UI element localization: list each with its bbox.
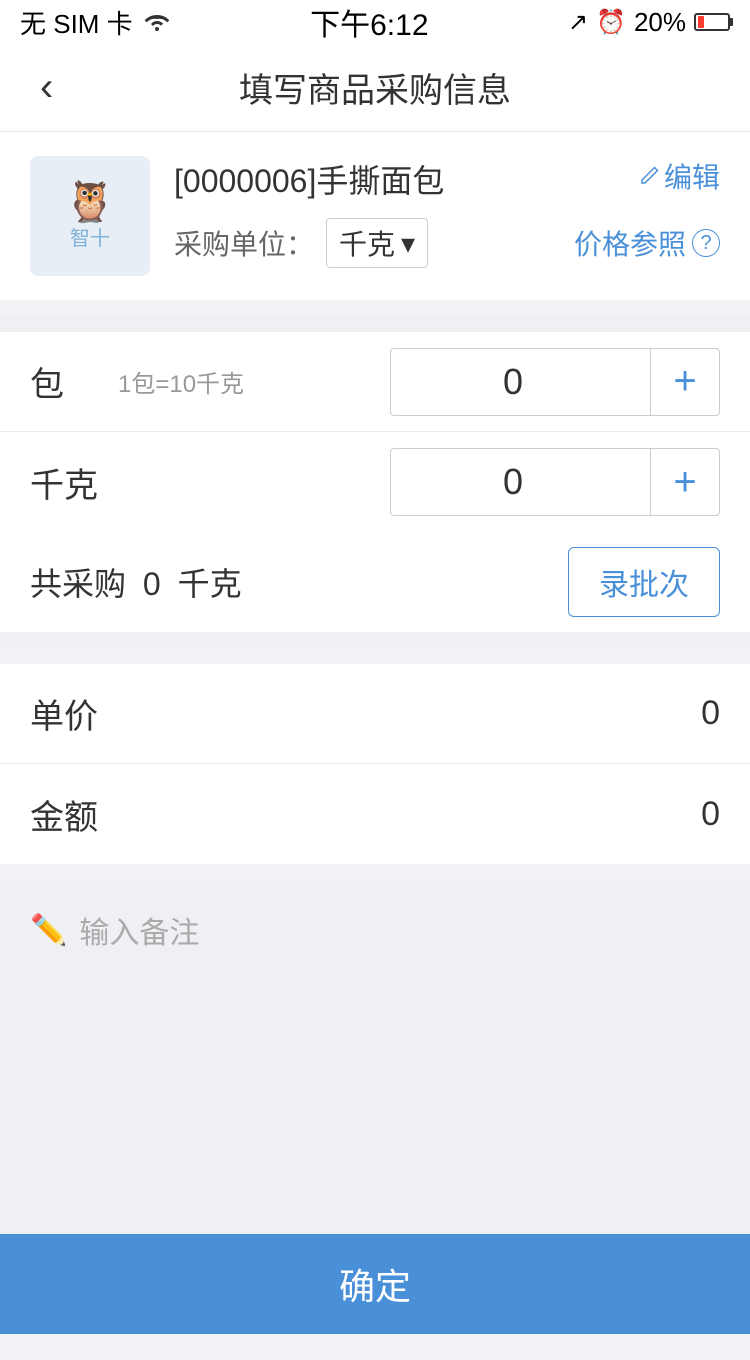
remark-placeholder: 输入备注	[79, 908, 199, 952]
sim-label: 无 SIM 卡	[20, 4, 133, 41]
amount-value: 0	[701, 795, 720, 834]
content-fill	[0, 980, 750, 1260]
unit-left: 采购单位： 千克 ▾	[174, 218, 428, 268]
status-right: ↗ ⏰ 20%	[568, 7, 730, 38]
unit-price-label: 单价	[30, 689, 98, 738]
unit-label: 采购单位：	[174, 223, 314, 263]
kg-qty-input[interactable]	[390, 448, 650, 516]
product-image: 🦉 智十	[30, 156, 150, 276]
unit-price-row: 单价 0	[0, 664, 750, 764]
summary-prefix: 共采购	[30, 566, 126, 602]
input-section: 包 1包=10千克 + 千克 +	[0, 332, 750, 532]
price-ref-button[interactable]: 价格参照 ?	[574, 223, 720, 263]
owl-icon: 🦉	[65, 182, 115, 222]
price-ref-label: 价格参照	[574, 223, 686, 263]
batch-button[interactable]: 录批次	[568, 547, 720, 617]
bao-qty-input[interactable]	[390, 348, 650, 416]
kg-input-row: 千克 +	[0, 432, 750, 532]
summary-amount: 0	[143, 566, 161, 602]
owl-logo: 🦉 智十	[65, 182, 115, 251]
owl-label: 智十	[70, 222, 110, 251]
summary-text: 共采购 0 千克	[30, 559, 242, 605]
kg-plus-button[interactable]: +	[650, 448, 720, 516]
product-name: [0000006]手撕面包	[174, 156, 444, 202]
bao-input-right: +	[390, 348, 720, 416]
dropdown-icon: ▾	[401, 227, 415, 260]
section-divider-1	[0, 316, 750, 332]
product-info: [0000006]手撕面包 编辑 采购单位： 千克 ▾ 价格	[174, 156, 720, 268]
bao-plus-button[interactable]: +	[650, 348, 720, 416]
alarm-icon: ⏰	[596, 8, 626, 37]
unit-price-value: 0	[701, 694, 720, 733]
battery-pct: 20%	[634, 7, 686, 38]
location-icon: ↗	[568, 8, 588, 37]
remark-section[interactable]: ✏️ 输入备注	[0, 880, 750, 980]
wifi-icon	[143, 7, 171, 38]
pencil-icon: ✏️	[30, 913, 67, 948]
summary-section: 共采购 0 千克 录批次	[0, 532, 750, 632]
edit-button[interactable]: 编辑	[638, 156, 720, 196]
battery-icon	[694, 13, 730, 31]
kg-label: 千克	[30, 458, 110, 507]
product-header: [0000006]手撕面包 编辑	[174, 156, 720, 202]
confirm-bar[interactable]: 确定	[0, 1234, 750, 1334]
bao-sublabel: 1包=10千克	[118, 364, 244, 399]
help-icon: ?	[692, 229, 720, 257]
status-time: 下午6:12	[310, 0, 428, 44]
amount-row: 金额 0	[0, 764, 750, 864]
page-title: 填写商品采购信息	[239, 63, 511, 112]
status-bar: 无 SIM 卡 下午6:12 ↗ ⏰ 20%	[0, 0, 750, 44]
confirm-label: 确定	[339, 1258, 411, 1310]
main-content: 🦉 智十 [0000006]手撕面包 编辑 采购单位： 千克	[0, 132, 750, 1360]
bao-input-row: 包 1包=10千克 +	[0, 332, 750, 432]
nav-bar: ‹ 填写商品采购信息	[0, 44, 750, 132]
summary-unit: 千克	[178, 566, 242, 602]
product-unit-row: 采购单位： 千克 ▾ 价格参照 ?	[174, 218, 720, 268]
kg-input-right: +	[390, 448, 720, 516]
bao-label: 包	[30, 357, 110, 406]
amount-label: 金额	[30, 790, 98, 839]
section-divider-2	[0, 632, 750, 648]
status-left: 无 SIM 卡	[20, 4, 171, 41]
unit-value: 千克	[339, 223, 395, 263]
product-card: 🦉 智十 [0000006]手撕面包 编辑 采购单位： 千克	[0, 132, 750, 300]
unit-select[interactable]: 千克 ▾	[326, 218, 428, 268]
price-section: 单价 0 金额 0	[0, 664, 750, 864]
back-button[interactable]: ‹	[30, 55, 63, 120]
